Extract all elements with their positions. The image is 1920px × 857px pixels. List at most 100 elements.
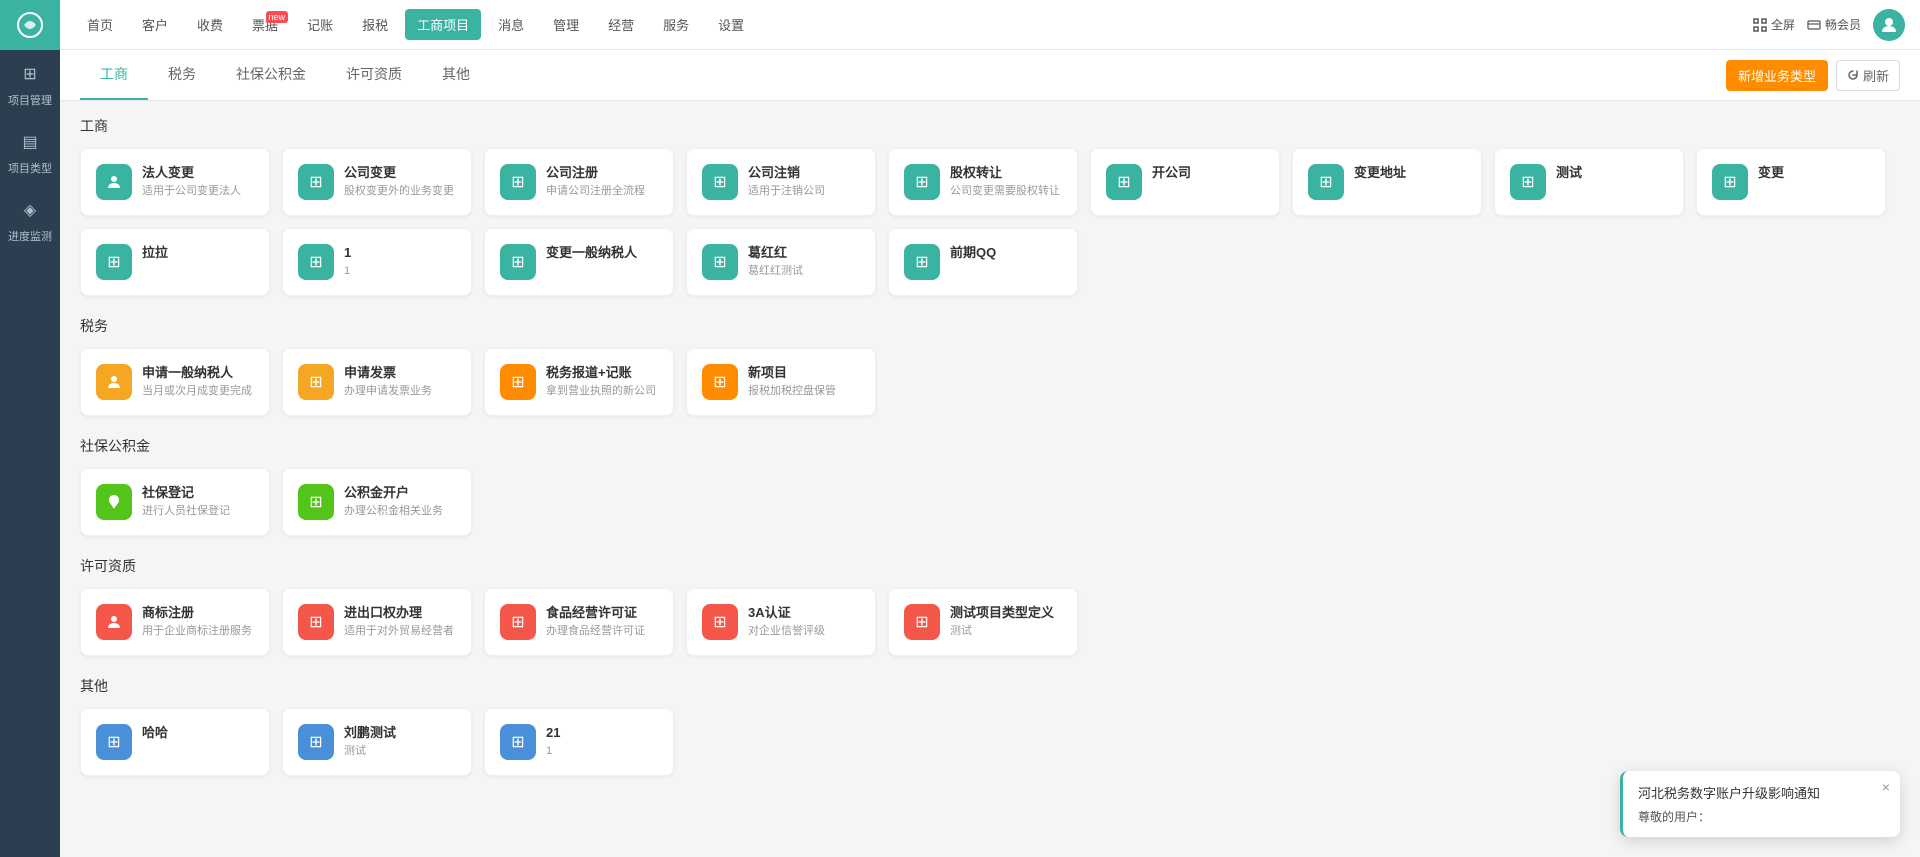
- avatar[interactable]: [1873, 9, 1905, 41]
- social-register-title: 社保登记: [142, 484, 254, 502]
- ticket-badge: new: [266, 11, 289, 23]
- tab-bar: 工商 税务 社保公积金 许可资质 其他 新增业务类型 刷新: [60, 50, 1920, 101]
- vip-button[interactable]: 畅会员: [1807, 16, 1861, 33]
- nav-accounting[interactable]: 记账: [295, 9, 345, 40]
- card-change-address[interactable]: ⊞ 变更地址: [1292, 148, 1482, 216]
- provident-fund-desc: 办理公积金相关业务: [344, 504, 456, 519]
- card-import-export[interactable]: ⊞ 进出口权办理 适用于对外贸易经营者: [282, 588, 472, 656]
- social-register-icon: [96, 484, 132, 520]
- card-new-project[interactable]: ⊞ 新项目 报税加税控盘保管: [686, 348, 876, 416]
- card-lala[interactable]: ⊞ 拉拉: [80, 228, 270, 296]
- nav-tax[interactable]: 报税: [350, 9, 400, 40]
- social-register-desc: 进行人员社保登记: [142, 504, 254, 519]
- one-desc: 1: [344, 264, 456, 279]
- import-export-title: 进出口权办理: [344, 604, 456, 622]
- card-legal-change[interactable]: 法人变更 适用于公司变更法人: [80, 148, 270, 216]
- card-company-change[interactable]: ⊞ 公司变更 股权变更外的业务变更: [282, 148, 472, 216]
- tab-social-insurance[interactable]: 社保公积金: [216, 50, 326, 100]
- company-register-title: 公司注册: [546, 164, 658, 182]
- change-title: 变更: [1758, 164, 1870, 182]
- card-tax-report-accounting[interactable]: ⊞ 税务报道+记账 拿到营业执照的新公司: [484, 348, 674, 416]
- sidebar-item-project-manage[interactable]: ⊞ 项目管理: [0, 50, 60, 118]
- liupeng-title: 刘鹏测试: [344, 724, 456, 742]
- tab-industrial[interactable]: 工商: [80, 50, 148, 100]
- card-food-license[interactable]: ⊞ 食品经营许可证 办理食品经营许可证: [484, 588, 674, 656]
- nav-settings[interactable]: 设置: [706, 9, 756, 40]
- content-area: 工商 税务 社保公积金 许可资质 其他 新增业务类型 刷新 工商: [60, 50, 1920, 857]
- app-logo[interactable]: [0, 0, 60, 50]
- fullscreen-button[interactable]: 全屏: [1753, 16, 1795, 33]
- other-cards-grid: ⊞ 哈哈 ⊞ 刘鹏测试 测试: [80, 708, 1900, 776]
- card-provident-fund[interactable]: ⊞ 公积金开户 办理公积金相关业务: [282, 468, 472, 536]
- change-taxpayer-title: 变更一般纳税人: [546, 244, 658, 262]
- nav-ticket[interactable]: 票据 new: [240, 9, 290, 40]
- mhh-title: 葛红红: [748, 244, 860, 262]
- tab-tax[interactable]: 税务: [148, 50, 216, 100]
- sidebar-label-project-type: 项目类型: [8, 160, 52, 176]
- card-3a-cert[interactable]: ⊞ 3A认证 对企业信誉评级: [686, 588, 876, 656]
- project-manage-icon: ⊞: [16, 60, 44, 88]
- nav-operation[interactable]: 经营: [596, 9, 646, 40]
- haha-icon: ⊞: [96, 724, 132, 760]
- card-change-general-taxpayer[interactable]: ⊞ 变更一般纳税人: [484, 228, 674, 296]
- card-one[interactable]: ⊞ 1 1: [282, 228, 472, 296]
- card-haha[interactable]: ⊞ 哈哈: [80, 708, 270, 776]
- card-apply-invoice[interactable]: ⊞ 申请发票 办理申请发票业务: [282, 348, 472, 416]
- new-project-desc: 报税加税控盘保管: [748, 384, 860, 399]
- import-export-desc: 适用于对外贸易经营者: [344, 624, 456, 639]
- sidebar-item-project-type[interactable]: ▤ 项目类型: [0, 118, 60, 186]
- nav-industrial[interactable]: 工商项目: [405, 9, 481, 40]
- nav-billing[interactable]: 收费: [185, 9, 235, 40]
- change-address-icon: ⊞: [1308, 164, 1344, 200]
- 3a-cert-icon: ⊞: [702, 604, 738, 640]
- apply-taxpayer-desc: 当月或次月成变更完成: [142, 384, 254, 399]
- sidebar-item-progress-monitor[interactable]: ◈ 进度监测: [0, 186, 60, 254]
- new-type-button[interactable]: 新增业务类型: [1726, 60, 1828, 91]
- card-test[interactable]: ⊞ 测试: [1494, 148, 1684, 216]
- test-type-desc: 测试: [950, 624, 1062, 639]
- fullscreen-label: 全屏: [1771, 16, 1795, 33]
- tax-report-icon: ⊞: [500, 364, 536, 400]
- provident-fund-icon: ⊞: [298, 484, 334, 520]
- tab-license[interactable]: 许可资质: [326, 50, 422, 100]
- open-company-title: 开公司: [1152, 164, 1264, 182]
- card-open-company[interactable]: ⊞ 开公司: [1090, 148, 1280, 216]
- card-qq[interactable]: ⊞ 前期QQ: [888, 228, 1078, 296]
- card-liupeng-test[interactable]: ⊞ 刘鹏测试 测试: [282, 708, 472, 776]
- twenty-one-icon: ⊞: [500, 724, 536, 760]
- card-twenty-one[interactable]: ⊞ 21 1: [484, 708, 674, 776]
- nav-message[interactable]: 消息: [486, 9, 536, 40]
- nav-service[interactable]: 服务: [651, 9, 701, 40]
- refresh-button[interactable]: 刷新: [1836, 60, 1900, 91]
- legal-change-icon: [96, 164, 132, 200]
- card-apply-general-taxpayer[interactable]: 申请一般纳税人 当月或次月成变更完成: [80, 348, 270, 416]
- card-company-cancel[interactable]: ⊞ 公司注销 适用于注销公司: [686, 148, 876, 216]
- qq-title: 前期QQ: [950, 244, 1062, 262]
- card-mhh[interactable]: ⊞ 葛红红 葛红红测试: [686, 228, 876, 296]
- nav-customer[interactable]: 客户: [130, 9, 180, 40]
- card-test-type[interactable]: ⊞ 测试项目类型定义 测试: [888, 588, 1078, 656]
- card-trademark[interactable]: 商标注册 用于企业商标注册服务: [80, 588, 270, 656]
- nav-manage[interactable]: 管理: [541, 9, 591, 40]
- tab-other[interactable]: 其他: [422, 50, 490, 100]
- tax-report-title: 税务报道+记账: [546, 364, 658, 382]
- provident-fund-title: 公积金开户: [344, 484, 456, 502]
- company-cancel-icon: ⊞: [702, 164, 738, 200]
- company-cancel-desc: 适用于注销公司: [748, 184, 860, 199]
- tab-actions: 新增业务类型 刷新: [1726, 60, 1900, 91]
- card-social-register[interactable]: 社保登记 进行人员社保登记: [80, 468, 270, 536]
- card-company-register[interactable]: ⊞ 公司注册 申请公司注册全流程: [484, 148, 674, 216]
- top-navigation: 首页 客户 收费 票据 new 记账 报税 工商项目 消息 管理 经营 服务 设…: [60, 0, 1920, 50]
- twenty-one-desc: 1: [546, 744, 658, 759]
- sidebar: ⊞ 项目管理 ▤ 项目类型 ◈ 进度监测: [0, 0, 60, 857]
- company-register-desc: 申请公司注册全流程: [546, 184, 658, 199]
- notification-close-button[interactable]: ×: [1882, 779, 1890, 795]
- notification-popup: × 河北税务数字账户升级影响通知 尊敬的用户：: [1620, 771, 1900, 837]
- lala-icon: ⊞: [96, 244, 132, 280]
- card-equity-transfer[interactable]: ⊞ 股权转让 公司变更需要股权转让: [888, 148, 1078, 216]
- nav-home[interactable]: 首页: [75, 9, 125, 40]
- card-change[interactable]: ⊞ 变更: [1696, 148, 1886, 216]
- topnav-right: 全屏 畅会员: [1753, 9, 1905, 41]
- apply-taxpayer-title: 申请一般纳税人: [142, 364, 254, 382]
- apply-taxpayer-icon: [96, 364, 132, 400]
